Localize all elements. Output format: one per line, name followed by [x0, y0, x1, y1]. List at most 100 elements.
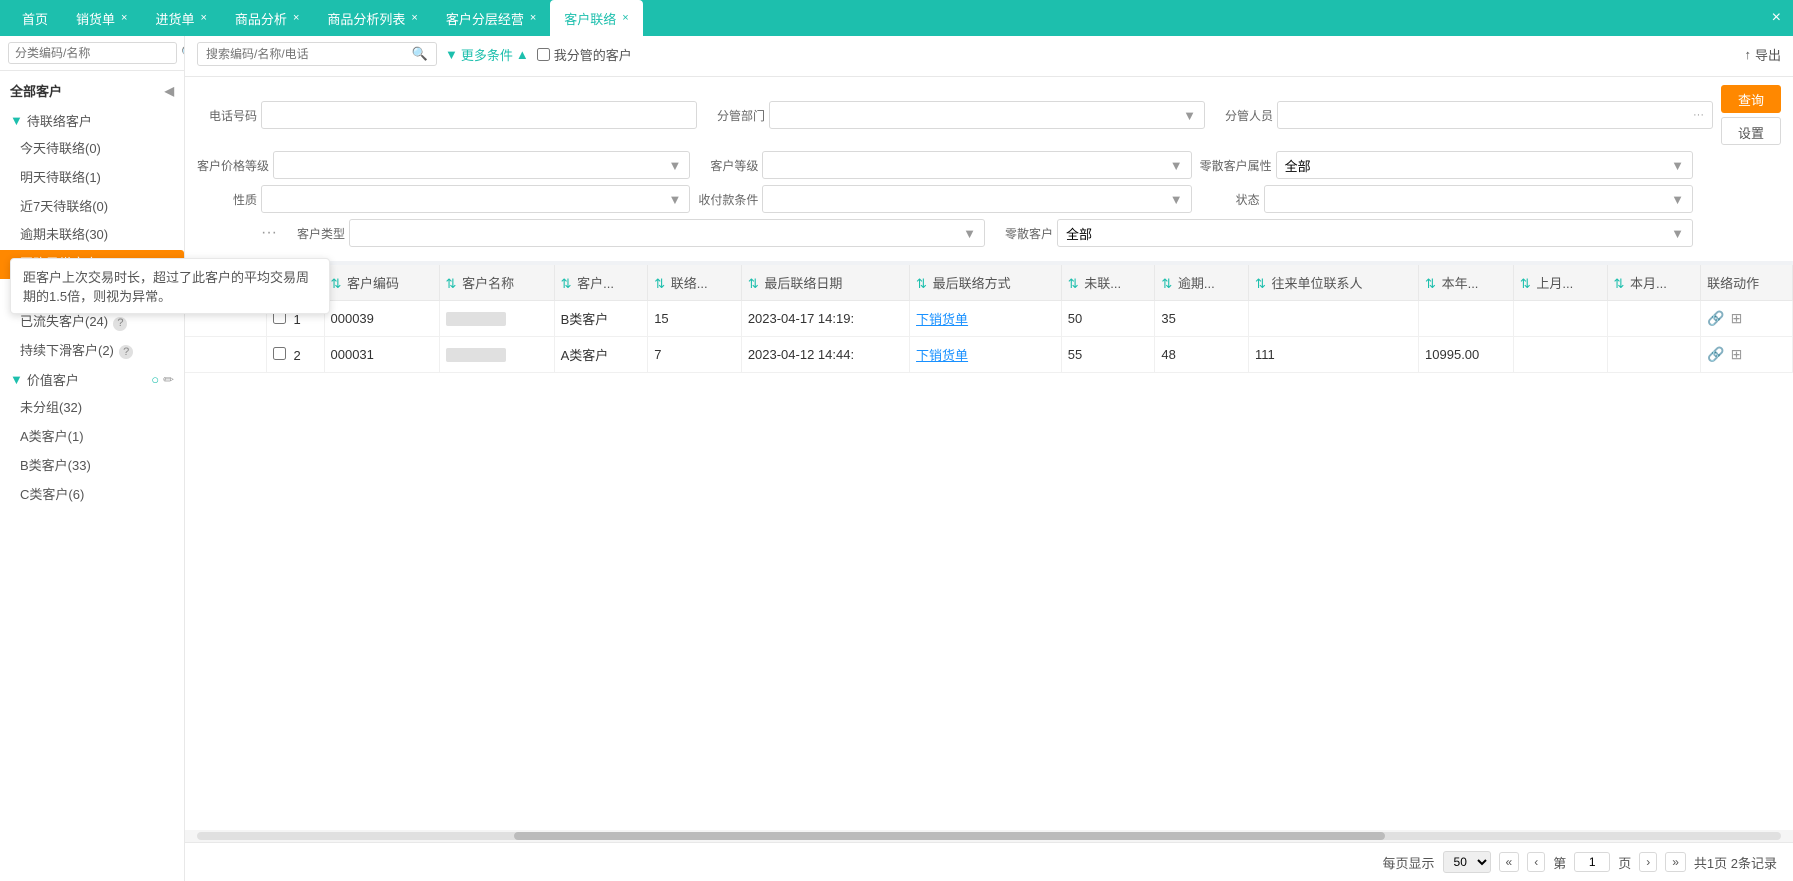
td-not-contacted-1: 50: [1061, 301, 1155, 337]
first-page-btn[interactable]: «: [1499, 852, 1520, 872]
total-label: 共1页 2条记录: [1694, 853, 1777, 872]
row2-checkbox[interactable]: [273, 347, 286, 360]
th-customer-level: ⇅ 客户...: [554, 265, 648, 301]
sort-icon11: ⇅: [1520, 276, 1531, 291]
tab-product-analysis[interactable]: 商品分析 ×: [221, 0, 313, 36]
filter-cell-customer-type: 客户类型 ▼: [285, 219, 985, 247]
close-sales-order-tab[interactable]: ×: [121, 12, 127, 24]
customer-type-select[interactable]: ▼: [349, 219, 985, 247]
filter-grid: 电话号码 分管部门 ▼ 分管人员 ···: [185, 77, 1793, 261]
tab-home[interactable]: 首页: [8, 0, 62, 36]
filter-row-gender: 性质 ▼ 收付款条件 ▼ 状态: [197, 185, 1781, 213]
action-buttons: 查询 设置: [1721, 85, 1781, 145]
gender-select[interactable]: ▼: [261, 185, 690, 213]
content-area: 🔍 ▼ 更多条件 ▲ 我分管的客户 ↑ 导出: [185, 36, 1793, 881]
sidebar-pending-contact-group[interactable]: ▼ 待联络客户: [0, 106, 184, 135]
row2-actions: 🔗 ⊞: [1707, 346, 1786, 363]
sidebar-item-ungrouped[interactable]: 未分组(32): [0, 394, 184, 423]
add-group-icon[interactable]: ○: [151, 372, 159, 388]
retail-customer-select[interactable]: 全部 ▼: [1057, 219, 1693, 247]
sidebar-all-customers[interactable]: 全部客户 ◀: [0, 75, 184, 106]
sidebar-content: 全部客户 ◀ ▼ 待联络客户 今天待联络(0) 明天待联络(1) 近7天待联络(…: [0, 71, 184, 881]
contact-method-link-1[interactable]: 下销货单: [916, 312, 968, 327]
link-action-icon-2[interactable]: 🔗: [1707, 346, 1724, 363]
customer-name-1: [446, 312, 506, 326]
close-product-analysis-list-tab[interactable]: ×: [411, 12, 417, 24]
manager-select[interactable]: ···: [1277, 101, 1713, 129]
tab-product-analysis-list[interactable]: 商品分析列表 ×: [313, 0, 431, 36]
td-contact-2: 7: [648, 337, 742, 373]
more-conditions-btn[interactable]: ▼ 更多条件 ▲: [445, 45, 529, 64]
td-unit-contact-2: 111: [1249, 337, 1419, 373]
retail-attr-caret: ▼: [1671, 158, 1684, 173]
info-icon-declining: ?: [119, 345, 133, 359]
close-all-btn[interactable]: ×: [1772, 9, 1781, 27]
customer-level-select[interactable]: ▼: [762, 151, 1191, 179]
sidebar-search-input[interactable]: [8, 42, 177, 64]
top-navigation: 首页 销货单 × 进货单 × 商品分析 × 商品分析列表 × 客户分层经营 × …: [0, 0, 1793, 36]
status-select[interactable]: ▼: [1264, 185, 1693, 213]
td-this-year-1: [1419, 301, 1514, 337]
sidebar-valuable-customer-group[interactable]: ▼ 价值客户 ○ ✏: [0, 365, 184, 394]
payment-select[interactable]: ▼: [762, 185, 1191, 213]
grid-action-icon-1[interactable]: ⊞: [1731, 310, 1743, 327]
close-product-analysis-tab[interactable]: ×: [293, 12, 299, 24]
set-button[interactable]: 设置: [1721, 117, 1781, 145]
gender-caret: ▼: [668, 192, 681, 207]
td-last-month-2: [1513, 337, 1607, 373]
price-level-select[interactable]: ▼: [273, 151, 690, 179]
dept-select[interactable]: ▼: [769, 101, 1205, 129]
sidebar-item-tomorrow[interactable]: 明天待联络(1): [0, 164, 184, 193]
close-customer-contact-tab[interactable]: ×: [622, 12, 628, 24]
retail-attr-select[interactable]: 全部 ▼: [1276, 151, 1693, 179]
filter-cell-gender: 性质 ▼: [197, 185, 690, 213]
grid-action-icon-2[interactable]: ⊞: [1731, 346, 1743, 363]
page-input[interactable]: [1574, 852, 1610, 872]
edit-group-icon[interactable]: ✏: [163, 372, 174, 388]
sidebar-item-today[interactable]: 今天待联络(0): [0, 135, 184, 164]
sidebar-item-7days[interactable]: 近7天待联络(0): [0, 193, 184, 222]
last-page-btn[interactable]: »: [1665, 852, 1686, 872]
contact-method-link-2[interactable]: 下销货单: [916, 348, 968, 363]
next-page-btn[interactable]: ›: [1639, 852, 1657, 872]
th-contact-count: ⇅ 联络...: [648, 265, 742, 301]
td-date-2: 2023-04-12 14:44:: [741, 337, 909, 373]
sidebar-item-a-class[interactable]: A类客户(1): [0, 423, 184, 452]
dept-caret: ▼: [1183, 108, 1196, 123]
query-button[interactable]: 查询: [1721, 85, 1781, 113]
customer-table: ⚙ 序号 ⇅ 客户编码 ⇅ 客户名称 ⇅: [185, 265, 1793, 373]
sidebar-item-declining[interactable]: 持续下滑客户(2) ?: [0, 337, 184, 366]
close-purchase-order-tab[interactable]: ×: [200, 12, 206, 24]
sidebar-item-b-class[interactable]: B类客户(33): [0, 452, 184, 481]
sort-icon6: ⇅: [916, 276, 927, 291]
table-wrap: ⚙ 序号 ⇅ 客户编码 ⇅ 客户名称 ⇅: [185, 265, 1793, 830]
my-customer-toggle[interactable]: 我分管的客户: [537, 45, 632, 64]
filter-icon: ▼: [445, 47, 458, 62]
my-customer-checkbox[interactable]: [537, 48, 550, 61]
horizontal-scrollbar[interactable]: [185, 830, 1793, 842]
more-filter-btn[interactable]: ···: [261, 224, 277, 242]
td-overdue-2: 48: [1155, 337, 1249, 373]
export-button[interactable]: ↑ 导出: [1744, 45, 1781, 64]
td-overdue-1: 35: [1155, 301, 1249, 337]
filter-dots: ···: [197, 224, 277, 242]
sidebar: 🔍 全部客户 ◀ ▼ 待联络客户 今天待联络(0) 明天待联络(1) 近7天待联…: [0, 36, 185, 881]
table-row: 1 000039 B类客户 15: [185, 301, 1793, 337]
link-action-icon-1[interactable]: 🔗: [1707, 310, 1724, 327]
tab-customer-segmentation[interactable]: 客户分层经营 ×: [432, 0, 550, 36]
per-page-select[interactable]: 50: [1443, 851, 1491, 873]
search-icon[interactable]: 🔍: [412, 46, 428, 62]
prev-page-btn[interactable]: ‹: [1527, 852, 1545, 872]
table-row: 2 000031 A类客户 7: [185, 337, 1793, 373]
phone-input[interactable]: [261, 101, 697, 129]
tab-purchase-order[interactable]: 进货单 ×: [141, 0, 220, 36]
tab-sales-order[interactable]: 销货单 ×: [62, 0, 141, 36]
sidebar-item-c-class[interactable]: C类客户(6): [0, 481, 184, 510]
tab-customer-contact[interactable]: 客户联络 ×: [550, 0, 642, 36]
sidebar-item-overdue[interactable]: 逾期未联络(30): [0, 221, 184, 250]
search-input[interactable]: [206, 47, 412, 61]
info-icon-already-lost: ?: [113, 317, 127, 331]
table-header-row: ⚙ 序号 ⇅ 客户编码 ⇅ 客户名称 ⇅: [185, 265, 1793, 301]
close-customer-segmentation-tab[interactable]: ×: [530, 12, 536, 24]
th-this-year: ⇅ 本年...: [1419, 265, 1514, 301]
